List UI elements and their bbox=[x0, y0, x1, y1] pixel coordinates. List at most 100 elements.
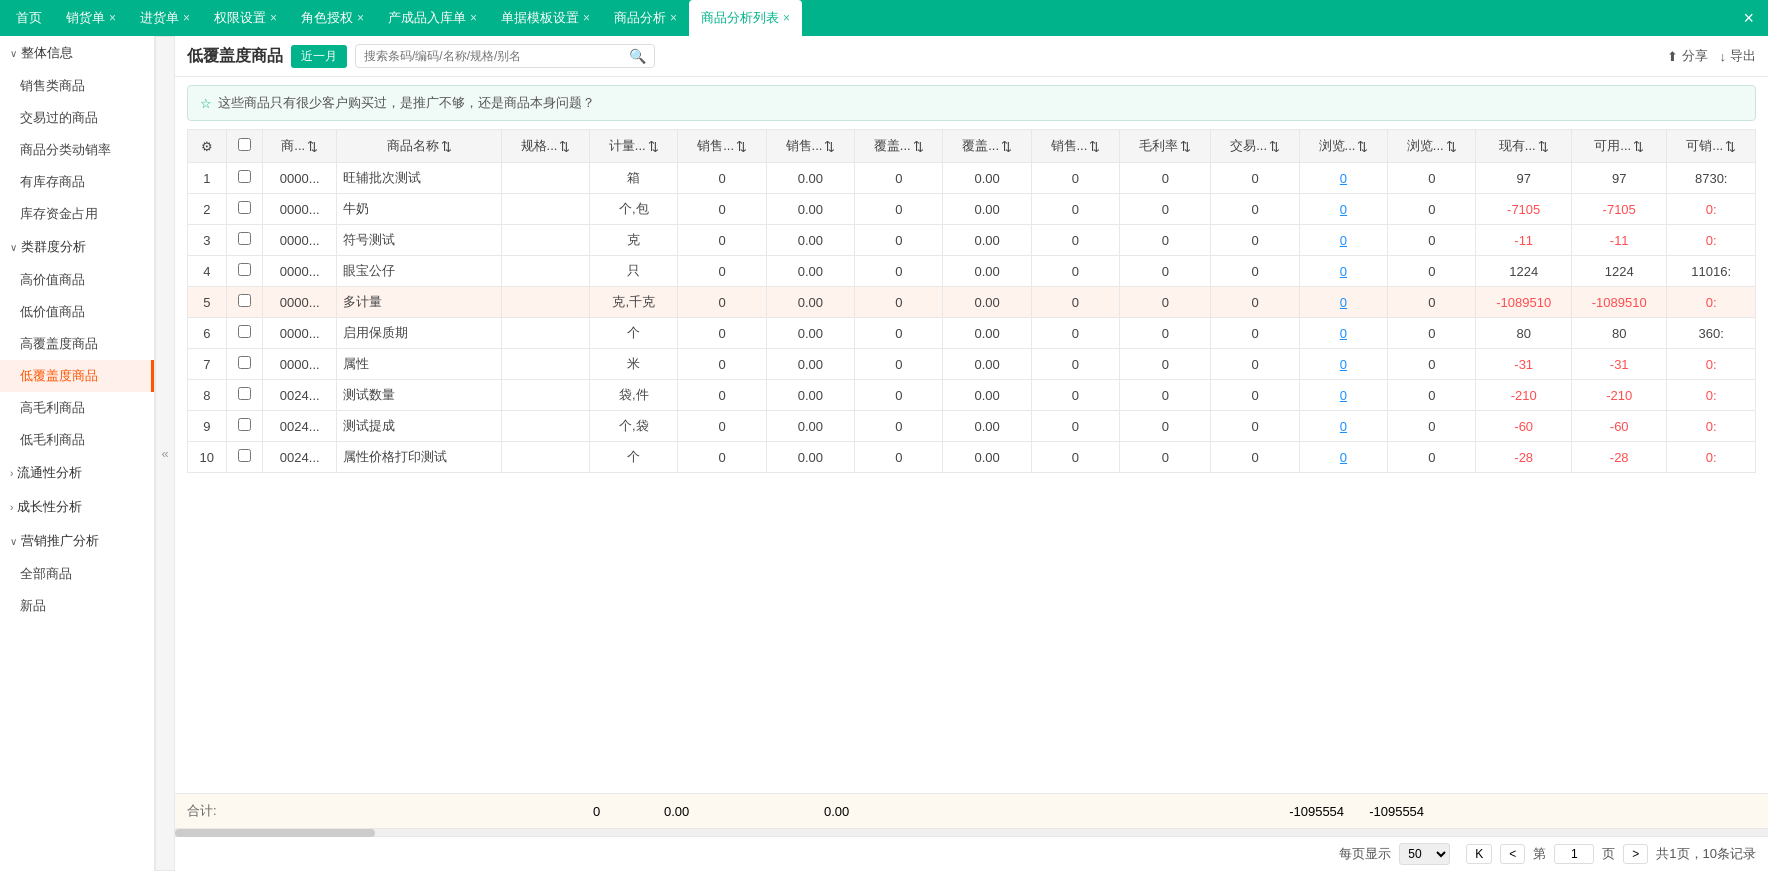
table-row: 9 0024... 测试提成 个,袋 0 0.00 0 0.00 0 0 0 0… bbox=[188, 411, 1756, 442]
sidebar: ∨ 整体信息 销售类商品 交易过的商品 商品分类动销率 有库存商品 库存资金占用… bbox=[0, 36, 155, 871]
search-input[interactable] bbox=[364, 49, 629, 63]
col-browse2-header[interactable]: 浏览...⇅ bbox=[1388, 130, 1476, 163]
row-checkbox[interactable] bbox=[226, 442, 263, 473]
row-sales-count: 0 bbox=[678, 225, 766, 256]
table-row: 2 0000... 牛奶 个,包 0 0.00 0 0.00 0 0 0 0 0… bbox=[188, 194, 1756, 225]
col-checkbox-header[interactable] bbox=[226, 130, 263, 163]
sidebar-item-high-coverage[interactable]: 高覆盖度商品 bbox=[0, 328, 154, 360]
col-current-stock-header[interactable]: 现有...⇅ bbox=[1476, 130, 1572, 163]
col-settings-header[interactable]: ⚙ bbox=[188, 130, 227, 163]
col-sales-count-header[interactable]: 销售...⇅ bbox=[678, 130, 766, 163]
sidebar-section-marketing[interactable]: ∨ 营销推广分析 bbox=[0, 524, 154, 558]
sidebar-item-high-margin[interactable]: 高毛利商品 bbox=[0, 392, 154, 424]
page-number-input[interactable] bbox=[1554, 844, 1594, 864]
sidebar-item-traded-goods[interactable]: 交易过的商品 bbox=[0, 102, 154, 134]
nav-close-active-icon[interactable]: × bbox=[783, 11, 790, 25]
next-page-button[interactable]: > bbox=[1623, 844, 1648, 864]
time-filter-button[interactable]: 近一月 bbox=[291, 45, 347, 68]
row-checkbox[interactable] bbox=[226, 380, 263, 411]
row-browse1[interactable]: 0 bbox=[1299, 380, 1387, 411]
row-checkbox[interactable] bbox=[226, 287, 263, 318]
col-cov2-header[interactable]: 覆盖...⇅ bbox=[943, 130, 1031, 163]
col-code-header[interactable]: 商...⇅ bbox=[263, 130, 337, 163]
nav-close-icon[interactable]: × bbox=[109, 11, 116, 25]
total-pages-label: 共1页，10条记录 bbox=[1656, 845, 1756, 863]
scrollbar-thumb[interactable] bbox=[175, 829, 375, 837]
row-browse1[interactable]: 0 bbox=[1299, 318, 1387, 349]
sidebar-item-low-coverage[interactable]: 低覆盖度商品 bbox=[0, 360, 154, 392]
export-button[interactable]: ↓ 导出 bbox=[1720, 47, 1757, 65]
select-all-checkbox[interactable] bbox=[238, 138, 251, 151]
sidebar-item-new-goods[interactable]: 新品 bbox=[0, 590, 154, 622]
row-spec bbox=[501, 194, 589, 225]
page-size-select[interactable]: 50 100 200 bbox=[1399, 843, 1450, 865]
prev-page-button[interactable]: < bbox=[1500, 844, 1525, 864]
window-close-button[interactable]: × bbox=[1733, 8, 1764, 29]
nav-close-icon[interactable]: × bbox=[470, 11, 477, 25]
nav-permission[interactable]: 权限设置 × bbox=[202, 0, 289, 36]
sidebar-section-overview[interactable]: ∨ 整体信息 bbox=[0, 36, 154, 70]
sidebar-item-in-stock[interactable]: 有库存商品 bbox=[0, 166, 154, 198]
row-spec bbox=[501, 256, 589, 287]
col-browse1-header[interactable]: 浏览...⇅ bbox=[1299, 130, 1387, 163]
col-sales-amount-header[interactable]: 销售...⇅ bbox=[766, 130, 854, 163]
row-checkbox[interactable] bbox=[226, 318, 263, 349]
total-spacer10 bbox=[1197, 804, 1277, 819]
share-button[interactable]: ⬆ 分享 bbox=[1667, 47, 1708, 65]
row-browse1[interactable]: 0 bbox=[1299, 225, 1387, 256]
row-browse1[interactable]: 0 bbox=[1299, 442, 1387, 473]
nav-home[interactable]: 首页 bbox=[4, 0, 54, 36]
col-name-header[interactable]: 商品名称⇅ bbox=[337, 130, 501, 163]
row-browse1[interactable]: 0 bbox=[1299, 287, 1387, 318]
nav-goods-analysis-list[interactable]: 商品分析列表 × bbox=[689, 0, 802, 36]
col-spec-header[interactable]: 规格...⇅ bbox=[501, 130, 589, 163]
sidebar-item-high-value[interactable]: 高价值商品 bbox=[0, 264, 154, 296]
row-checkbox[interactable] bbox=[226, 194, 263, 225]
row-browse1[interactable]: 0 bbox=[1299, 194, 1387, 225]
row-name: 属性价格打印测试 bbox=[337, 442, 501, 473]
row-code: 0024... bbox=[263, 442, 337, 473]
nav-close-icon[interactable]: × bbox=[357, 11, 364, 25]
sidebar-item-low-value[interactable]: 低价值商品 bbox=[0, 296, 154, 328]
nav-close-icon[interactable]: × bbox=[670, 11, 677, 25]
row-browse1[interactable]: 0 bbox=[1299, 163, 1387, 194]
sidebar-section-growth[interactable]: › 成长性分析 bbox=[0, 490, 154, 524]
nav-role-auth[interactable]: 角色授权 × bbox=[289, 0, 376, 36]
col-transaction-header[interactable]: 交易...⇅ bbox=[1211, 130, 1299, 163]
nav-product-warehouse[interactable]: 产成品入库单 × bbox=[376, 0, 489, 36]
sidebar-item-low-margin[interactable]: 低毛利商品 bbox=[0, 424, 154, 456]
col-cov1-header[interactable]: 覆盖...⇅ bbox=[855, 130, 943, 163]
sidebar-section-liquidity[interactable]: › 流通性分析 bbox=[0, 456, 154, 490]
row-checkbox[interactable] bbox=[226, 411, 263, 442]
nav-sales-order[interactable]: 销货单 × bbox=[54, 0, 128, 36]
row-browse1[interactable]: 0 bbox=[1299, 349, 1387, 380]
col-saleable-header[interactable]: 可销...⇅ bbox=[1667, 130, 1756, 163]
total-spacer5 bbox=[717, 804, 797, 819]
nav-close-icon[interactable]: × bbox=[183, 11, 190, 25]
col-gross-margin-header[interactable]: 毛利率⇅ bbox=[1120, 130, 1211, 163]
nav-goods-analysis[interactable]: 商品分析 × bbox=[602, 0, 689, 36]
row-browse1[interactable]: 0 bbox=[1299, 256, 1387, 287]
col-unit-header[interactable]: 计量...⇅ bbox=[590, 130, 678, 163]
sidebar-section-cluster[interactable]: ∨ 类群度分析 bbox=[0, 230, 154, 264]
sidebar-item-sales-goods[interactable]: 销售类商品 bbox=[0, 70, 154, 102]
nav-purchase-order[interactable]: 进货单 × bbox=[128, 0, 202, 36]
sidebar-item-all-goods[interactable]: 全部商品 bbox=[0, 558, 154, 590]
sidebar-item-category-turnover[interactable]: 商品分类动销率 bbox=[0, 134, 154, 166]
first-page-button[interactable]: K bbox=[1466, 844, 1492, 864]
col-sales3-header[interactable]: 销售...⇅ bbox=[1031, 130, 1119, 163]
nav-close-icon[interactable]: × bbox=[270, 11, 277, 25]
sidebar-item-stock-capital[interactable]: 库存资金占用 bbox=[0, 198, 154, 230]
nav-template-settings[interactable]: 单据模板设置 × bbox=[489, 0, 602, 36]
row-checkbox[interactable] bbox=[226, 256, 263, 287]
row-cov2: 0.00 bbox=[943, 318, 1031, 349]
horizontal-scrollbar[interactable] bbox=[175, 828, 1768, 836]
row-checkbox[interactable] bbox=[226, 163, 263, 194]
row-checkbox[interactable] bbox=[226, 349, 263, 380]
nav-close-icon[interactable]: × bbox=[583, 11, 590, 25]
row-unit: 箱 bbox=[590, 163, 678, 194]
row-checkbox[interactable] bbox=[226, 225, 263, 256]
col-available-stock-header[interactable]: 可用...⇅ bbox=[1571, 130, 1667, 163]
row-browse1[interactable]: 0 bbox=[1299, 411, 1387, 442]
sidebar-collapse-button[interactable]: « bbox=[155, 36, 175, 871]
